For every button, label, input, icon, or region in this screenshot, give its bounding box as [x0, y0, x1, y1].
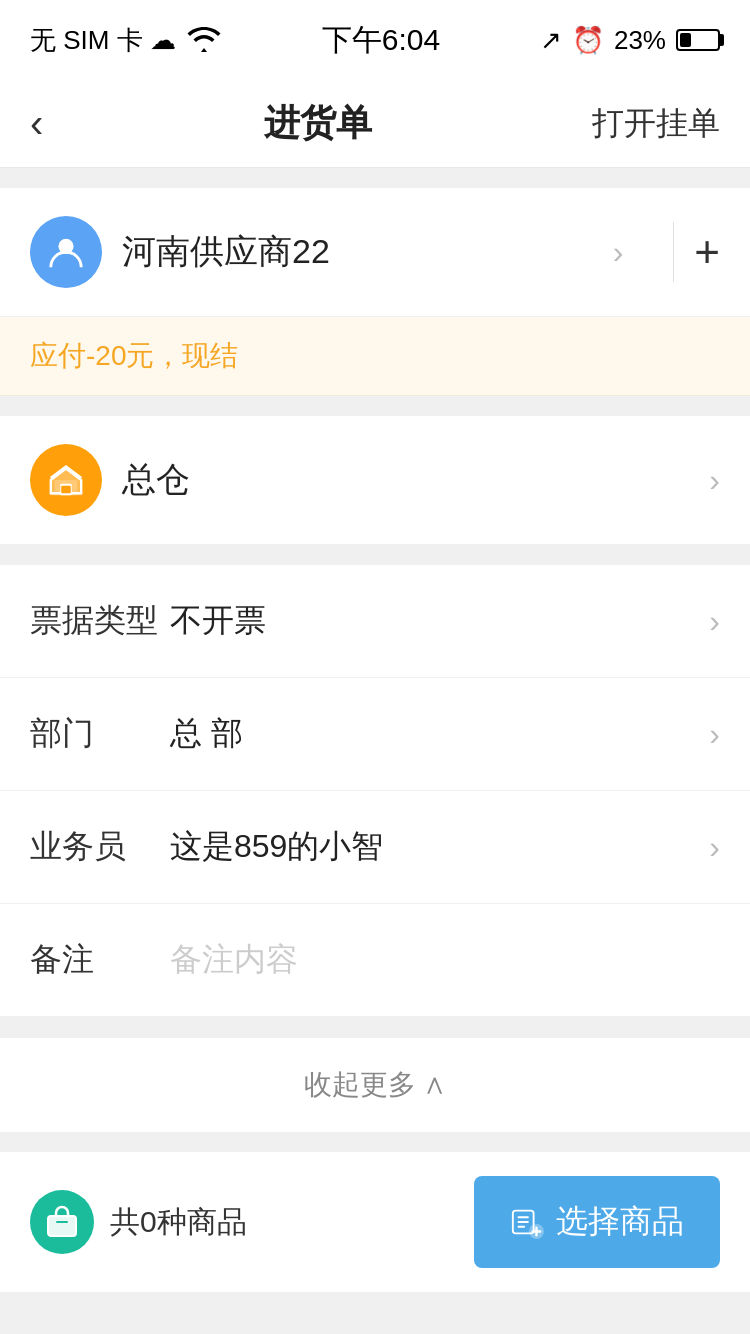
dept-row[interactable]: 部门 总 部 ›	[0, 678, 750, 791]
dept-value: 总 部	[170, 712, 709, 756]
vertical-divider	[673, 222, 674, 282]
alarm-icon: ⏰	[572, 25, 604, 56]
remark-label: 备注	[30, 938, 170, 982]
select-goods-icon	[510, 1205, 544, 1239]
svg-rect-3	[61, 486, 71, 494]
supplier-avatar	[30, 216, 102, 288]
goods-count-text: 共0种商品	[110, 1202, 247, 1243]
goods-icon-wrap	[30, 1190, 94, 1254]
warehouse-icon	[47, 461, 85, 499]
dept-chevron-icon: ›	[709, 716, 720, 753]
svg-rect-4	[48, 1216, 76, 1236]
warehouse-row[interactable]: 总仓 ›	[0, 416, 750, 545]
add-supplier-button[interactable]: +	[694, 230, 720, 274]
goods-count-wrap: 共0种商品	[30, 1190, 247, 1254]
warehouse-icon-wrap	[30, 444, 102, 516]
supplier-section: 河南供应商22 › + 应付-20元，现结	[0, 188, 750, 396]
invoice-label: 票据类型	[30, 599, 170, 643]
warehouse-chevron-icon: ›	[709, 462, 720, 499]
form-section: 票据类型 不开票 › 部门 总 部 › 业务员 这是859的小智 › 备注 备注…	[0, 565, 750, 1017]
status-right: ↗ ⏰ 23%	[540, 25, 720, 56]
invoice-type-row[interactable]: 票据类型 不开票 ›	[0, 565, 750, 678]
supplier-chevron-icon: ›	[613, 234, 624, 271]
section-divider	[0, 168, 750, 188]
dept-label: 部门	[30, 712, 170, 756]
warehouse-name: 总仓	[122, 457, 709, 503]
page-title: 进货单	[264, 99, 372, 148]
notice-banner: 应付-20元，现结	[0, 317, 750, 396]
invoice-value: 不开票	[170, 599, 709, 643]
select-goods-label: 选择商品	[556, 1200, 684, 1244]
staff-label: 业务员	[30, 825, 170, 869]
location-icon: ↗	[540, 25, 562, 56]
wifi-icon	[186, 26, 222, 54]
battery-icon	[676, 29, 720, 51]
signal-text: 无 SIM 卡 ☁	[30, 23, 176, 58]
status-bar: 无 SIM 卡 ☁ 下午6:04 ↗ ⏰ 23%	[0, 0, 750, 80]
nav-bar: ‹ 进货单 打开挂单	[0, 80, 750, 168]
open-pending-button[interactable]: 打开挂单	[592, 102, 720, 146]
remark-input[interactable]: 备注内容	[170, 938, 720, 982]
shopping-bag-icon	[44, 1204, 80, 1240]
invoice-chevron-icon: ›	[709, 603, 720, 640]
collapse-toggle[interactable]: 收起更多 ∧	[0, 1037, 750, 1132]
back-button[interactable]: ‹	[30, 101, 43, 146]
staff-chevron-icon: ›	[709, 829, 720, 866]
staff-value: 这是859的小智	[170, 825, 709, 869]
supplier-row[interactable]: 河南供应商22 › +	[0, 188, 750, 317]
remark-row[interactable]: 备注 备注内容	[0, 904, 750, 1017]
bottom-bar: 共0种商品 选择商品	[0, 1152, 750, 1292]
section-divider-2	[0, 396, 750, 416]
person-icon	[47, 233, 85, 271]
status-left: 无 SIM 卡 ☁	[30, 23, 222, 58]
select-goods-button[interactable]: 选择商品	[474, 1176, 720, 1268]
status-time: 下午6:04	[322, 20, 440, 61]
staff-row[interactable]: 业务员 这是859的小智 ›	[0, 791, 750, 904]
battery-text: 23%	[614, 25, 666, 56]
supplier-name: 河南供应商22	[122, 229, 613, 275]
